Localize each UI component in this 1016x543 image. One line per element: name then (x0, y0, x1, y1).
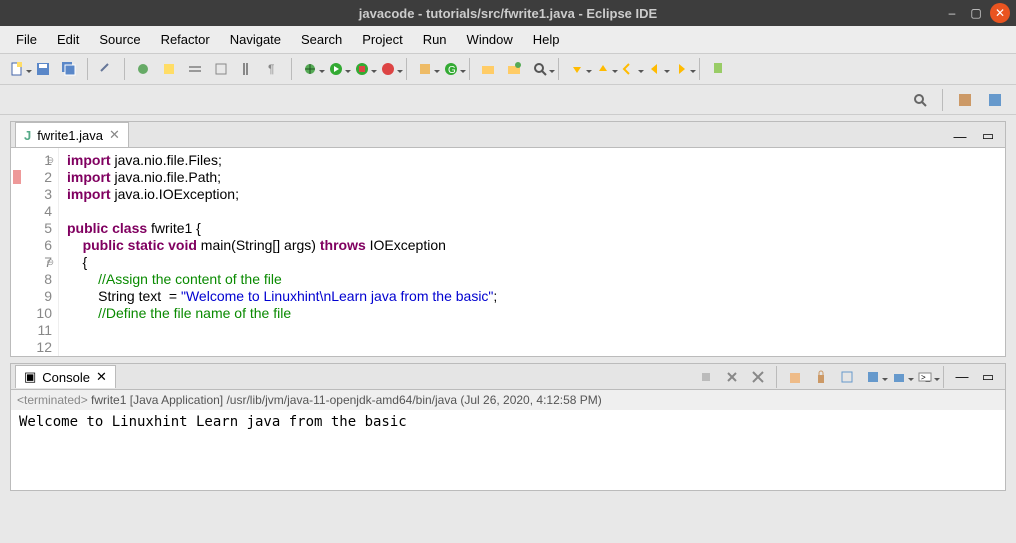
console-toolbar: >_ — ▭ (695, 366, 1005, 388)
editor-area: J fwrite1.java ✕ — ▭ 1⊖234567⊖89101112 i… (10, 121, 1006, 357)
open-task-button[interactable] (503, 58, 525, 80)
close-button[interactable]: ✕ (990, 3, 1010, 23)
new-button[interactable] (6, 58, 28, 80)
java-file-icon: J (24, 128, 31, 143)
show-whitespace-button[interactable]: ¶ (262, 58, 284, 80)
console-status-text: fwrite1 [Java Application] /usr/lib/jvm/… (88, 393, 602, 407)
scroll-lock-button[interactable] (810, 366, 832, 388)
minimize-button[interactable]: – (942, 3, 962, 23)
code-content[interactable]: import java.nio.file.Files;import java.n… (59, 148, 1005, 356)
title-bar: javacode - tutorials/src/fwrite1.java - … (0, 0, 1016, 26)
menu-navigate[interactable]: Navigate (220, 28, 291, 51)
console-tab[interactable]: ▣ Console ✕ (15, 365, 116, 388)
code-editor[interactable]: 1⊖234567⊖89101112 import java.nio.file.F… (11, 148, 1005, 356)
menu-file[interactable]: File (6, 28, 47, 51)
highlight-button[interactable] (158, 58, 180, 80)
word-wrap-button[interactable] (836, 366, 858, 388)
last-edit-button[interactable] (618, 58, 640, 80)
java-perspective-button[interactable] (984, 89, 1006, 111)
console-tab-label: Console (42, 370, 90, 385)
editor-tab-label: fwrite1.java (37, 128, 103, 143)
next-annotation-button[interactable] (566, 58, 588, 80)
coverage-button[interactable] (351, 58, 373, 80)
search-button[interactable] (529, 58, 551, 80)
remove-launch-button[interactable] (721, 366, 743, 388)
run-button[interactable] (325, 58, 347, 80)
editor-tab-close-icon[interactable]: ✕ (109, 127, 120, 143)
window-controls: – ▢ ✕ (942, 3, 1010, 23)
open-type-button[interactable] (477, 58, 499, 80)
open-console-button[interactable]: >_ (914, 366, 936, 388)
debug-button[interactable] (299, 58, 321, 80)
block-select-button[interactable] (236, 58, 258, 80)
display-console-button[interactable] (888, 366, 910, 388)
toggle-breadcrumb-button[interactable] (184, 58, 206, 80)
editor-minimize-icon[interactable]: — (949, 125, 971, 147)
pin-editor-button[interactable] (707, 58, 729, 80)
svg-text:¶: ¶ (268, 62, 274, 76)
svg-text:G: G (448, 65, 456, 76)
forward-button[interactable] (670, 58, 692, 80)
menu-source[interactable]: Source (89, 28, 150, 51)
menu-edit[interactable]: Edit (47, 28, 89, 51)
toggle-mark-button[interactable] (210, 58, 232, 80)
console-output[interactable]: Welcome to Linuxhint Learn java from the… (11, 410, 1005, 490)
save-all-button[interactable] (58, 58, 80, 80)
menu-bar: File Edit Source Refactor Navigate Searc… (0, 26, 1016, 54)
perspective-bar (0, 85, 1016, 115)
remove-all-button[interactable] (747, 366, 769, 388)
console-status-line: <terminated> fwrite1 [Java Application] … (11, 390, 1005, 410)
console-icon: ▣ (24, 369, 36, 385)
console-tab-close-icon[interactable]: ✕ (96, 369, 107, 385)
editor-maximize-icon[interactable]: ▭ (977, 125, 999, 147)
window-title: javacode - tutorials/src/fwrite1.java - … (359, 6, 657, 21)
console-maximize-icon[interactable]: ▭ (977, 366, 999, 388)
console-tab-bar: ▣ Console ✕ >_ — ▭ (11, 364, 1005, 390)
menu-project[interactable]: Project (352, 28, 412, 51)
back-button[interactable] (644, 58, 666, 80)
prev-annotation-button[interactable] (592, 58, 614, 80)
maximize-button[interactable]: ▢ (966, 3, 986, 23)
main-toolbar: ¶ G (0, 54, 1016, 85)
svg-text:>_: >_ (921, 373, 931, 382)
clear-console-button[interactable] (784, 366, 806, 388)
open-perspective-button[interactable] (954, 89, 976, 111)
quick-access-search-icon[interactable] (909, 89, 931, 111)
menu-window[interactable]: Window (457, 28, 523, 51)
menu-run[interactable]: Run (413, 28, 457, 51)
editor-tab-fwrite1[interactable]: J fwrite1.java ✕ (15, 122, 129, 147)
console-minimize-icon[interactable]: — (951, 366, 973, 388)
console-view: ▣ Console ✕ >_ — ▭ <terminated> fwrite1 … (10, 363, 1006, 491)
editor-tab-bar: J fwrite1.java ✕ — ▭ (11, 122, 1005, 148)
save-button[interactable] (32, 58, 54, 80)
menu-help[interactable]: Help (523, 28, 570, 51)
line-number-gutter: 1⊖234567⊖89101112 (11, 148, 59, 356)
debug-skip-button[interactable] (132, 58, 154, 80)
console-terminated-label: <terminated> (17, 393, 88, 407)
link-button[interactable] (95, 58, 117, 80)
run-last-button[interactable] (377, 58, 399, 80)
pin-console-button[interactable] (862, 366, 884, 388)
terminate-disabled-icon (695, 366, 717, 388)
menu-refactor[interactable]: Refactor (151, 28, 220, 51)
new-package-button[interactable]: G (440, 58, 462, 80)
new-java-button[interactable] (414, 58, 436, 80)
menu-search[interactable]: Search (291, 28, 352, 51)
